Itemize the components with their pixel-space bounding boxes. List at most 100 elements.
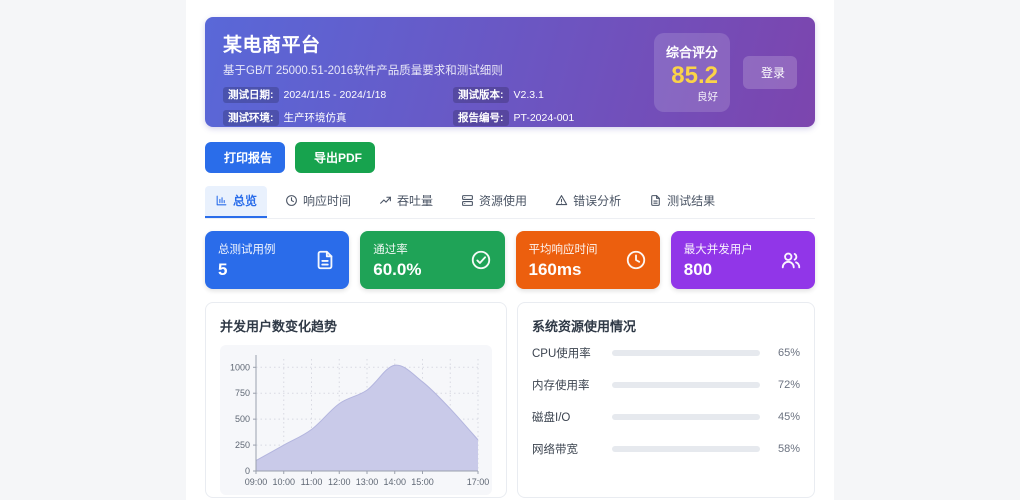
resource-bar-track xyxy=(612,350,760,356)
svg-text:13:00: 13:00 xyxy=(356,477,379,487)
chart-panel-title: 并发用户数变化趋势 xyxy=(220,319,338,334)
resource-label: 磁盘I/O xyxy=(532,412,571,424)
stat-card-label: 最大并发用户 xyxy=(683,243,753,256)
resource-row: 磁盘I/O 45% xyxy=(532,409,800,425)
svg-text:10:00: 10:00 xyxy=(272,477,295,487)
resource-row: 内存使用率 72% xyxy=(532,377,800,393)
report-header-info: 某电商平台 基于GB/T 25000.51-2016软件产品质量要求和测试细则 … xyxy=(223,30,574,126)
svg-text:14:00: 14:00 xyxy=(383,477,406,487)
page-title: 某电商平台 xyxy=(223,35,321,56)
tab-response-time[interactable]: 响应时间 xyxy=(275,186,361,218)
print-report-label: 打印报告 xyxy=(224,151,273,165)
score-rating: 良好 xyxy=(696,91,718,104)
svg-text:09:00: 09:00 xyxy=(245,477,268,487)
resource-list: CPU使用率 65% 内存使用率 72% 磁盘I/O 45% 网络带宽 58% xyxy=(532,345,800,457)
meta-label: 报告编号: xyxy=(453,110,509,126)
meta-value: 2024/1/15 - 2024/1/18 xyxy=(283,89,387,101)
stat-card-pass-rate: 通过率 60.0% xyxy=(360,231,505,289)
tab-bar: 总览 响应时间 吞吐量 资源使用 错误分析 测试结果 xyxy=(205,186,815,219)
stat-card-label: 平均响应时间 xyxy=(528,243,598,256)
tab-label: 错误分析 xyxy=(573,194,622,208)
meta-value: PT-2024-001 xyxy=(513,112,575,124)
svg-text:15:00: 15:00 xyxy=(411,477,434,487)
trend-icon xyxy=(379,194,392,207)
report-actions: 打印报告 导出PDF xyxy=(205,142,815,173)
tab-overview[interactable]: 总览 xyxy=(205,186,268,218)
svg-text:500: 500 xyxy=(235,414,250,424)
stat-card-label: 通过率 xyxy=(373,243,408,256)
tab-label: 资源使用 xyxy=(479,194,528,208)
overall-score-box: 综合评分 85.2 良好 xyxy=(653,32,730,113)
meta-value: 生产环境仿真 xyxy=(283,112,347,124)
report-header: 某电商平台 基于GB/T 25000.51-2016软件产品质量要求和测试细则 … xyxy=(205,17,815,127)
svg-text:0: 0 xyxy=(245,466,250,476)
svg-text:12:00: 12:00 xyxy=(328,477,351,487)
resource-bar-track xyxy=(612,446,760,452)
concurrency-chart-panel: 并发用户数变化趋势 0 250 500 750 1000 09:00 10:00 11:00 1… xyxy=(205,302,507,498)
stat-card-max-concurrent-users: 最大并发用户 800 xyxy=(670,231,815,289)
tab-label: 总览 xyxy=(233,194,258,208)
meta-label: 测试版本: xyxy=(453,87,509,103)
document-icon xyxy=(649,194,662,207)
export-pdf-label: 导出PDF xyxy=(314,151,363,165)
resource-bar-track xyxy=(612,382,760,388)
resource-percent: 72% xyxy=(777,379,800,391)
resources-panel-title: 系统资源使用情况 xyxy=(532,319,637,334)
tab-error-analysis[interactable]: 错误分析 xyxy=(545,186,631,218)
resource-label: 内存使用率 xyxy=(532,380,590,392)
svg-text:11:00: 11:00 xyxy=(301,477,323,487)
bottom-panels: 并发用户数变化趋势 0 250 500 750 1000 09:00 10:00 11:00 1… xyxy=(205,302,815,498)
tab-throughput[interactable]: 吞吐量 xyxy=(369,186,443,218)
login-button[interactable]: 登录 xyxy=(742,56,797,89)
resource-label: 网络带宽 xyxy=(532,444,578,456)
report-header-side: 综合评分 85.2 良好 登录 xyxy=(653,30,797,115)
stat-card-value: 60.0% xyxy=(373,259,422,279)
stat-card-text: 通过率 60.0% xyxy=(373,241,421,280)
stat-card-text: 平均响应时间 160ms xyxy=(529,241,598,280)
stat-card-text: 总测试用例 5 xyxy=(218,241,276,280)
report-meta: 测试日期: 2024/1/15 - 2024/1/18 测试版本: V2.3.1 测试环… xyxy=(223,87,575,126)
meta-value: V2.3.1 xyxy=(513,89,544,101)
stat-card-value: 800 xyxy=(683,259,713,279)
meta-item: 测试版本: V2.3.1 xyxy=(453,87,574,103)
score-value: 85.2 xyxy=(671,61,718,89)
tab-resource-usage[interactable]: 资源使用 xyxy=(451,186,537,218)
score-label: 综合评分 xyxy=(665,44,718,60)
resource-bar-track xyxy=(612,414,760,420)
resource-label: CPU使用率 xyxy=(532,348,591,360)
stat-card-avg-response-time: 平均响应时间 160ms xyxy=(515,231,660,289)
tab-label: 响应时间 xyxy=(303,194,352,208)
svg-text:750: 750 xyxy=(235,388,250,398)
resource-percent: 45% xyxy=(777,411,800,423)
tab-label: 测试结果 xyxy=(667,194,716,208)
meta-item: 报告编号: PT-2024-001 xyxy=(453,110,575,126)
warning-icon xyxy=(555,194,568,207)
resource-percent: 58% xyxy=(777,443,800,455)
page-subtitle: 基于GB/T 25000.51-2016软件产品质量要求和测试细则 xyxy=(223,65,503,77)
stat-card-total-test-cases: 总测试用例 5 xyxy=(205,231,350,289)
area-chart-svg: 0 250 500 750 1000 09:00 10:00 11:00 12:00 13:00 1… xyxy=(230,355,489,487)
print-report-button[interactable]: 打印报告 xyxy=(205,142,286,173)
login-button-label: 登录 xyxy=(760,66,785,80)
stat-card-label: 总测试用例 xyxy=(218,243,276,256)
tab-test-results[interactable]: 测试结果 xyxy=(639,186,725,218)
export-pdf-button[interactable]: 导出PDF xyxy=(295,142,376,173)
meta-item: 测试环境: 生产环境仿真 xyxy=(223,110,441,126)
meta-label: 测试日期: xyxy=(223,87,279,103)
resource-row: 网络带宽 58% xyxy=(532,441,800,457)
meta-label: 测试环境: xyxy=(223,110,279,126)
stat-card-text: 最大并发用户 800 xyxy=(684,241,753,280)
stat-card-value: 160ms xyxy=(528,259,582,279)
users-icon xyxy=(780,249,802,271)
report-page: 某电商平台 基于GB/T 25000.51-2016软件产品质量要求和测试细则 … xyxy=(186,0,834,500)
resource-percent: 65% xyxy=(777,347,800,359)
resource-row: CPU使用率 65% xyxy=(532,345,800,361)
bar-chart-icon xyxy=(215,194,228,207)
check-circle-icon xyxy=(470,249,492,271)
svg-text:250: 250 xyxy=(235,440,250,450)
resources-panel: 系统资源使用情况 CPU使用率 65% 内存使用率 72% 磁盘I/O 45% 网络带宽 58… xyxy=(517,302,815,498)
concurrency-area-chart: 0 250 500 750 1000 09:00 10:00 11:00 12:00 13:00 1… xyxy=(220,345,492,495)
server-icon xyxy=(461,194,474,207)
stat-card-value: 5 xyxy=(218,259,228,279)
document-icon xyxy=(314,249,336,271)
